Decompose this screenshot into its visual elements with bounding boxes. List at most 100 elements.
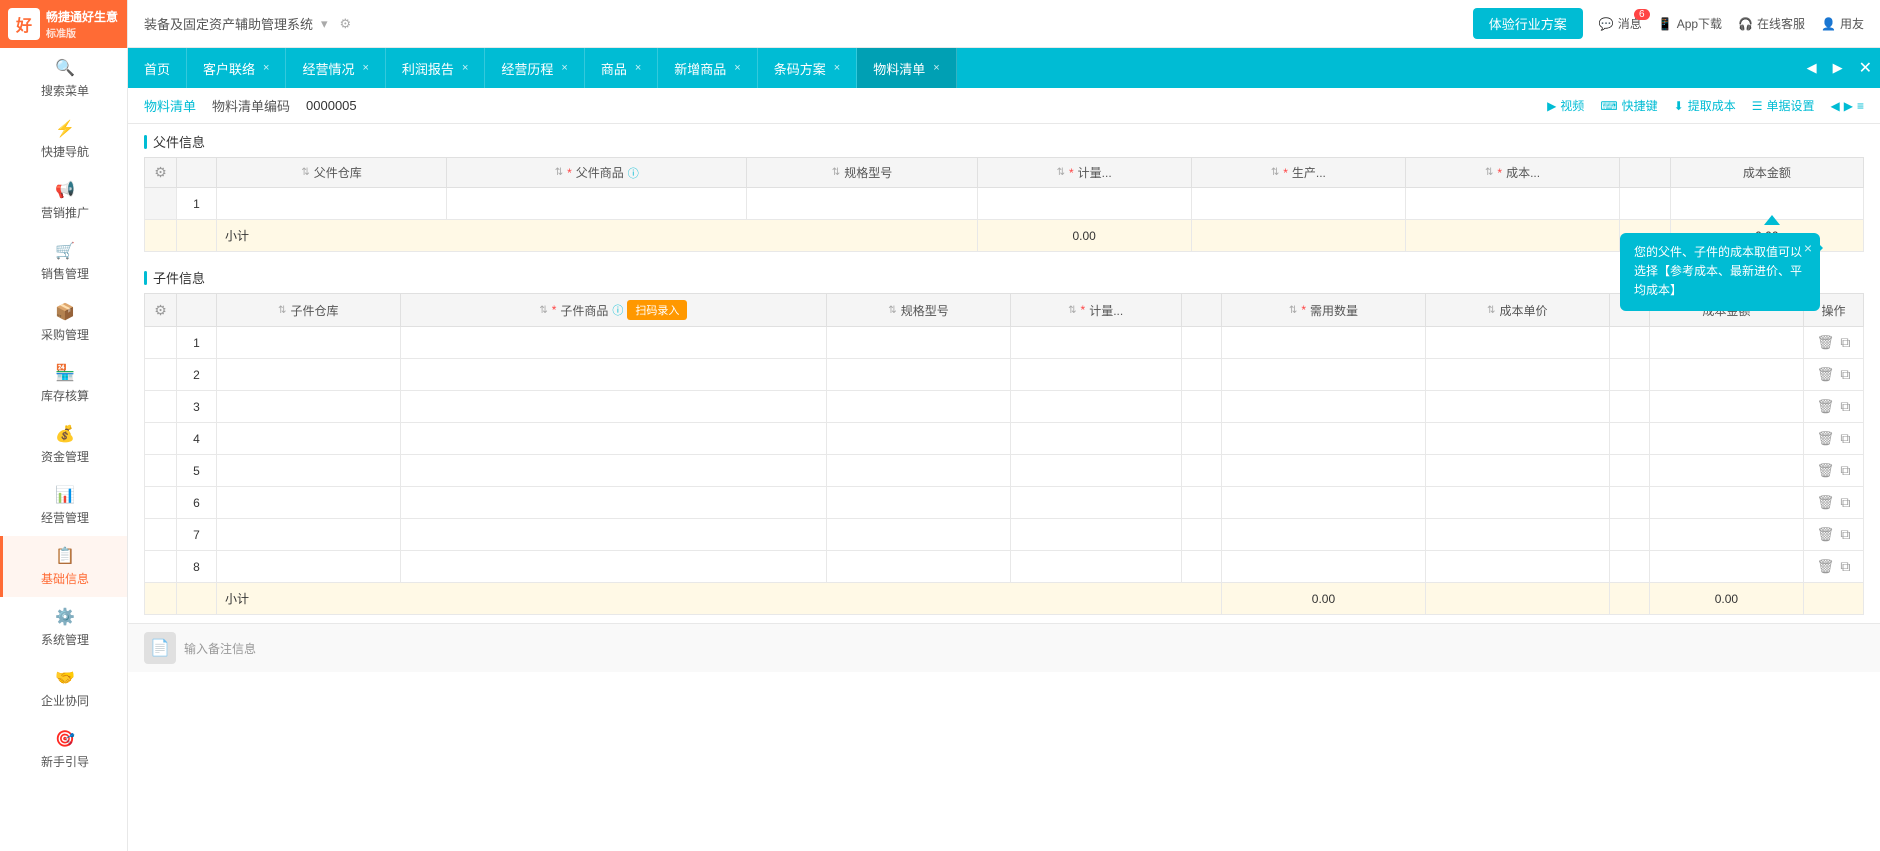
child-row-needed-qty[interactable] [1221,327,1425,359]
sidebar-item-purchase[interactable]: 📦 采购管理 [0,292,127,353]
tooltip-close[interactable]: × [1804,237,1812,259]
child-row-unit-cost[interactable] [1426,487,1610,519]
child-row-warehouse[interactable] [217,519,401,551]
child-goods-sort[interactable]: ⇅ [539,305,547,316]
child-row-needed-qty[interactable] [1221,487,1425,519]
tab-bom[interactable]: 物料清单 × [857,48,956,88]
sidebar-item-system[interactable]: ⚙️ 系统管理 [0,597,127,658]
child-unit-cost-sort[interactable]: ⇅ [1487,305,1495,316]
sidebar-item-guide[interactable]: 🎯 新手引导 [0,719,127,780]
qty-sort[interactable]: ⇅ [1057,167,1065,178]
online-service-button[interactable]: 🎧 在线客服 [1738,15,1805,32]
child-row-needed-qty[interactable] [1221,519,1425,551]
parent-row-spec[interactable] [747,188,977,220]
sidebar-item-operations[interactable]: 📊 经营管理 [0,475,127,536]
sidebar-item-marketing[interactable]: 📢 营销推广 [0,170,127,231]
tab-customer[interactable]: 客户联络 × [187,48,286,88]
trial-button[interactable]: 体验行业方案 [1473,8,1583,39]
child-row-goods[interactable] [400,327,827,359]
tab-history-close[interactable]: × [561,62,567,74]
child-row-unit-cost[interactable] [1426,327,1610,359]
child-row-qty-unit[interactable] [1010,327,1181,359]
child-row-spec[interactable] [827,455,1011,487]
child-row-warehouse[interactable] [217,423,401,455]
delete-icon[interactable]: 🗑 [1817,494,1835,511]
child-row-qty-unit[interactable] [1010,455,1181,487]
child-row-spec[interactable] [827,423,1011,455]
child-qty-sort[interactable]: ⇅ [1068,305,1076,316]
parent-row-cost[interactable] [1405,188,1619,220]
warehouse-sort[interactable]: ⇅ [301,167,309,178]
tab-barcode[interactable]: 条码方案 × [758,48,857,88]
child-row-warehouse[interactable] [217,551,401,583]
child-row-unit-cost[interactable] [1426,359,1610,391]
delete-icon[interactable]: 🗑 [1817,366,1835,383]
tab-new-goods[interactable]: 新增商品 × [658,48,757,88]
sidebar-item-basic-info[interactable]: 📋 基础信息 [0,536,127,597]
settings-gear-icon[interactable]: ⚙ [154,164,167,180]
child-row-spec[interactable] [827,391,1011,423]
child-settings-gear-icon[interactable]: ⚙ [154,302,167,318]
tab-goods-close[interactable]: × [635,62,641,74]
tab-next[interactable]: ▶ [1825,60,1851,76]
scan-button[interactable]: 扫码录入 [627,300,687,320]
tab-business-close[interactable]: × [362,62,368,74]
copy-icon[interactable]: ⧉ [1840,526,1850,543]
child-row-goods[interactable] [400,391,827,423]
dropdown-arrow[interactable]: ▾ [321,16,328,32]
sidebar-item-inventory[interactable]: 🏪 库存核算 [0,353,127,414]
parent-th-settings[interactable]: ⚙ [145,158,177,188]
delete-icon[interactable]: 🗑 [1817,558,1835,575]
child-row-needed-qty[interactable] [1221,455,1425,487]
copy-icon[interactable]: ⧉ [1840,430,1850,447]
toolbar-single-settings[interactable]: ☰ 单据设置 [1752,97,1815,114]
tab-bom-close[interactable]: × [933,62,939,74]
toolbar-extract-cost[interactable]: ⬇ 提取成本 [1674,97,1736,114]
sidebar-item-search[interactable]: 🔍 搜索菜单 [0,48,127,109]
child-row-warehouse[interactable] [217,455,401,487]
app-download-button[interactable]: 📱 App下载 [1658,15,1722,32]
child-row-spec[interactable] [827,487,1011,519]
next-record[interactable]: ▶ [1844,99,1853,113]
toolbar-view[interactable]: ▶ 视频 [1547,97,1584,114]
tab-new-goods-close[interactable]: × [734,62,740,74]
child-row-needed-qty[interactable] [1221,423,1425,455]
sidebar-item-quick-nav[interactable]: ⚡ 快捷导航 [0,109,127,170]
child-row-spec[interactable] [827,551,1011,583]
settings-icon[interactable]: ⚙ [340,16,352,32]
delete-icon[interactable]: 🗑 [1817,462,1835,479]
child-row-warehouse[interactable] [217,359,401,391]
breadcrumb-parent[interactable]: 物料清单 [144,96,196,115]
child-th-settings[interactable]: ⚙ [145,294,177,327]
copy-icon[interactable]: ⧉ [1840,558,1850,575]
copy-icon[interactable]: ⧉ [1840,366,1850,383]
child-needed-sort[interactable]: ⇅ [1289,305,1297,316]
message-button[interactable]: 💬 6 消息 [1599,15,1642,32]
child-row-unit-cost[interactable] [1426,391,1610,423]
sidebar-item-enterprise[interactable]: 🤝 企业协同 [0,658,127,719]
list-view[interactable]: ≡ [1857,99,1864,113]
info-icon[interactable]: ⓘ [628,165,639,181]
parent-row-qty[interactable] [977,188,1191,220]
delete-icon[interactable]: 🗑 [1817,334,1835,351]
tab-business[interactable]: 经营情况 × [286,48,385,88]
child-row-warehouse[interactable] [217,327,401,359]
prod-sort[interactable]: ⇅ [1271,167,1279,178]
child-row-qty-unit[interactable] [1010,519,1181,551]
child-spec-sort[interactable]: ⇅ [888,305,896,316]
child-row-warehouse[interactable] [217,391,401,423]
child-row-goods[interactable] [400,519,827,551]
child-row-goods[interactable] [400,423,827,455]
child-row-goods[interactable] [400,359,827,391]
goods-sort[interactable]: ⇅ [555,167,563,178]
tab-prev[interactable]: ◀ [1799,60,1825,76]
child-row-needed-qty[interactable] [1221,359,1425,391]
prev-record[interactable]: ◀ [1831,99,1840,113]
tab-profit[interactable]: 利润报告 × [386,48,485,88]
parent-row-warehouse[interactable] [217,188,447,220]
child-row-goods[interactable] [400,551,827,583]
child-row-qty-unit[interactable] [1010,423,1181,455]
child-row-unit-cost[interactable] [1426,423,1610,455]
delete-icon[interactable]: 🗑 [1817,430,1835,447]
tab-goods[interactable]: 商品 × [585,48,658,88]
